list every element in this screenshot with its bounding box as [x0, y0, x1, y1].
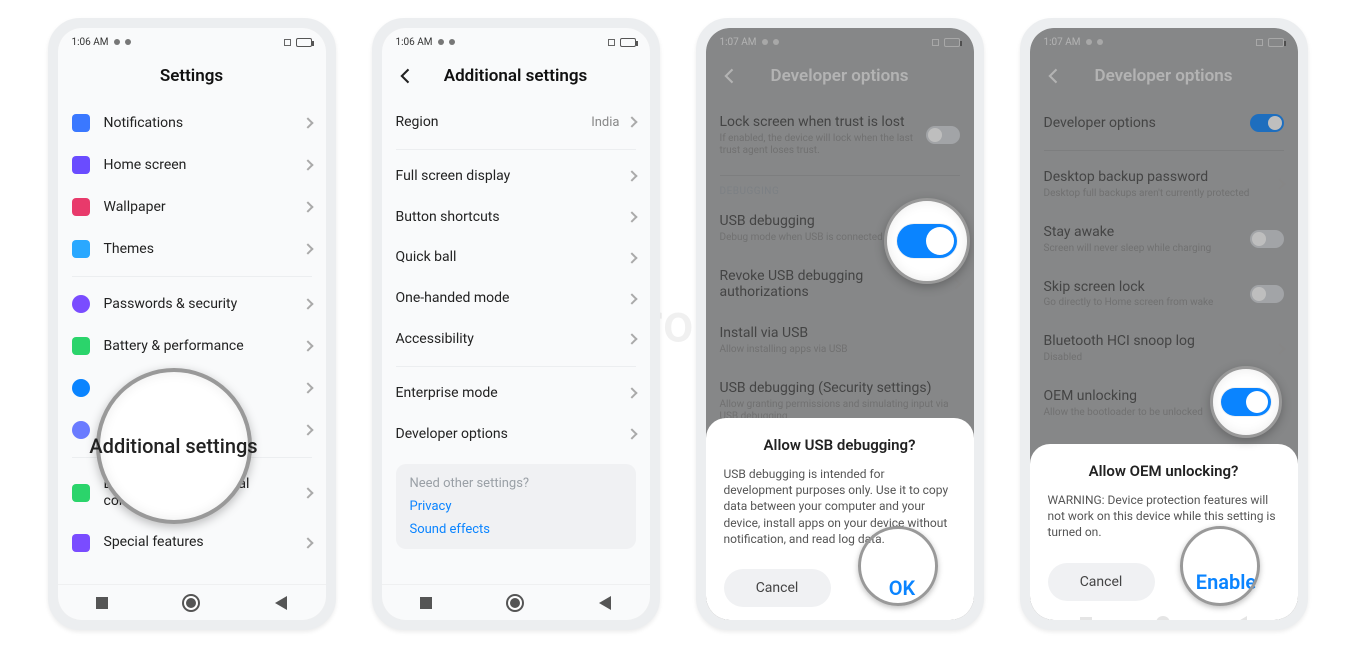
chevron-right-icon	[302, 201, 313, 212]
developer-options-toggle[interactable]	[1250, 114, 1284, 132]
recent-apps-button[interactable]	[96, 597, 108, 609]
page-title: Settings	[58, 56, 326, 96]
phone-2: 1:06 AM Additional settings RegionIndia …	[372, 18, 660, 630]
home-button[interactable]	[508, 596, 522, 610]
battery-icon	[296, 38, 312, 47]
back-arrow-icon[interactable]	[396, 66, 416, 86]
back-arrow-icon[interactable]	[1044, 66, 1064, 86]
phone-3: 1:07 AM Developer options Lock screen wh…	[696, 18, 984, 630]
back-arrow-icon[interactable]	[720, 66, 740, 86]
settings-row-notifications[interactable]: Notifications	[72, 102, 312, 144]
page-title: Developer options	[1095, 66, 1233, 86]
recent-apps-button[interactable]	[420, 597, 432, 609]
settings-row-home-screen[interactable]: Home screen	[72, 144, 312, 186]
row-enterprise-mode[interactable]: Enterprise mode	[396, 373, 636, 414]
sim-icon	[284, 39, 291, 46]
cancel-button[interactable]: Cancel	[724, 569, 831, 607]
row-dev-options-toggle[interactable]: Developer options	[1044, 102, 1284, 144]
chevron-right-icon	[302, 487, 313, 498]
magnifier-enable-button	[1180, 526, 1260, 606]
sound-effects-link[interactable]: Sound effects	[410, 522, 622, 537]
row-quick-ball[interactable]: Quick ball	[396, 237, 636, 278]
row-one-handed-mode[interactable]: One-handed mode	[396, 278, 636, 319]
skip-lock-toggle[interactable]	[1250, 285, 1284, 303]
row-skip-screen-lock[interactable]: Skip screen lockGo directly to Home scre…	[1044, 267, 1284, 322]
magnifier-ok-button	[858, 526, 938, 606]
status-icon	[125, 39, 131, 45]
dialog-title: Allow OEM unlocking?	[1048, 462, 1280, 480]
settings-row-security[interactable]: Passwords & security	[72, 283, 312, 325]
home-button[interactable]	[184, 596, 198, 610]
status-icon	[114, 39, 120, 45]
settings-row-themes[interactable]: Themes	[72, 228, 312, 270]
settings-row-battery[interactable]: Battery & performance	[72, 325, 312, 367]
chevron-right-icon	[302, 340, 313, 351]
privacy-link[interactable]: Privacy	[410, 499, 622, 514]
dialog-body: WARNING: Device protection features will…	[1048, 492, 1280, 541]
chevron-right-icon	[302, 298, 313, 309]
status-bar: 1:07 AM	[706, 28, 974, 56]
clock: 1:07 AM	[1044, 37, 1081, 48]
chevron-right-icon	[302, 159, 313, 170]
status-bar: 1:06 AM	[58, 28, 326, 56]
row-lock-trust[interactable]: Lock screen when trust is lostIf enabled…	[720, 102, 960, 169]
stay-awake-toggle[interactable]	[1250, 230, 1284, 248]
clock: 1:07 AM	[720, 37, 757, 48]
phone-1: 1:06 AM Settings Notifications Home scre…	[48, 18, 336, 630]
magnifier-oem-toggle	[1210, 366, 1282, 438]
clock: 1:06 AM	[72, 37, 109, 48]
back-button[interactable]	[275, 596, 287, 610]
back-button[interactable]	[1235, 616, 1247, 620]
status-bar: 1:06 AM	[382, 28, 650, 56]
chevron-right-icon	[302, 243, 313, 254]
settings-row-wallpaper[interactable]: Wallpaper	[72, 186, 312, 228]
clock: 1:06 AM	[396, 37, 433, 48]
chevron-right-icon	[302, 537, 313, 548]
status-bar: 1:07 AM	[1030, 28, 1298, 56]
settings-row-special-features[interactable]: Special features	[72, 522, 312, 564]
magnifier-additional-settings: Additional settings	[96, 368, 252, 524]
row-install-usb[interactable]: Install via USBAllow installing apps via…	[720, 313, 960, 368]
toggle-lock-trust[interactable]	[926, 126, 960, 144]
oem-unlocking-toggle-on[interactable]	[1221, 388, 1271, 416]
dialog-title: Allow USB debugging?	[724, 436, 956, 454]
region-row[interactable]: RegionIndia	[396, 102, 636, 143]
row-stay-awake[interactable]: Stay awakeScreen will never sleep while …	[1044, 212, 1284, 267]
recent-apps-button[interactable]	[1080, 617, 1092, 620]
other-settings-card: Need other settings? Privacy Sound effec…	[396, 464, 636, 549]
row-button-shortcuts[interactable]: Button shortcuts	[396, 197, 636, 238]
dialog-usb-debugging: Allow USB debugging? USB debugging is in…	[706, 418, 974, 620]
chevron-right-icon	[302, 424, 313, 435]
cancel-button[interactable]: Cancel	[1048, 563, 1155, 601]
chevron-right-icon	[626, 117, 637, 128]
chevron-right-icon	[302, 382, 313, 393]
magnifier-usb-toggle	[884, 198, 970, 284]
row-full-screen-display[interactable]: Full screen display	[396, 156, 636, 197]
dialog-oem-unlocking: Allow OEM unlocking? WARNING: Device pro…	[1030, 444, 1298, 620]
row-backup-password[interactable]: Desktop backup passwordDesktop full back…	[1044, 157, 1284, 212]
back-button[interactable]	[599, 596, 611, 610]
row-accessibility[interactable]: Accessibility	[396, 319, 636, 360]
phone-4: 1:07 AM Developer options Developer opti…	[1020, 18, 1308, 630]
row-developer-options[interactable]: Developer options	[396, 414, 636, 455]
chevron-right-icon	[302, 117, 313, 128]
section-label-debugging: DEBUGGING	[720, 186, 960, 197]
page-title: Additional settings	[444, 66, 588, 86]
page-title: Developer options	[771, 66, 909, 86]
nav-bar	[58, 584, 326, 620]
usb-debugging-toggle-on[interactable]	[897, 224, 957, 258]
home-button[interactable]	[1156, 616, 1170, 620]
